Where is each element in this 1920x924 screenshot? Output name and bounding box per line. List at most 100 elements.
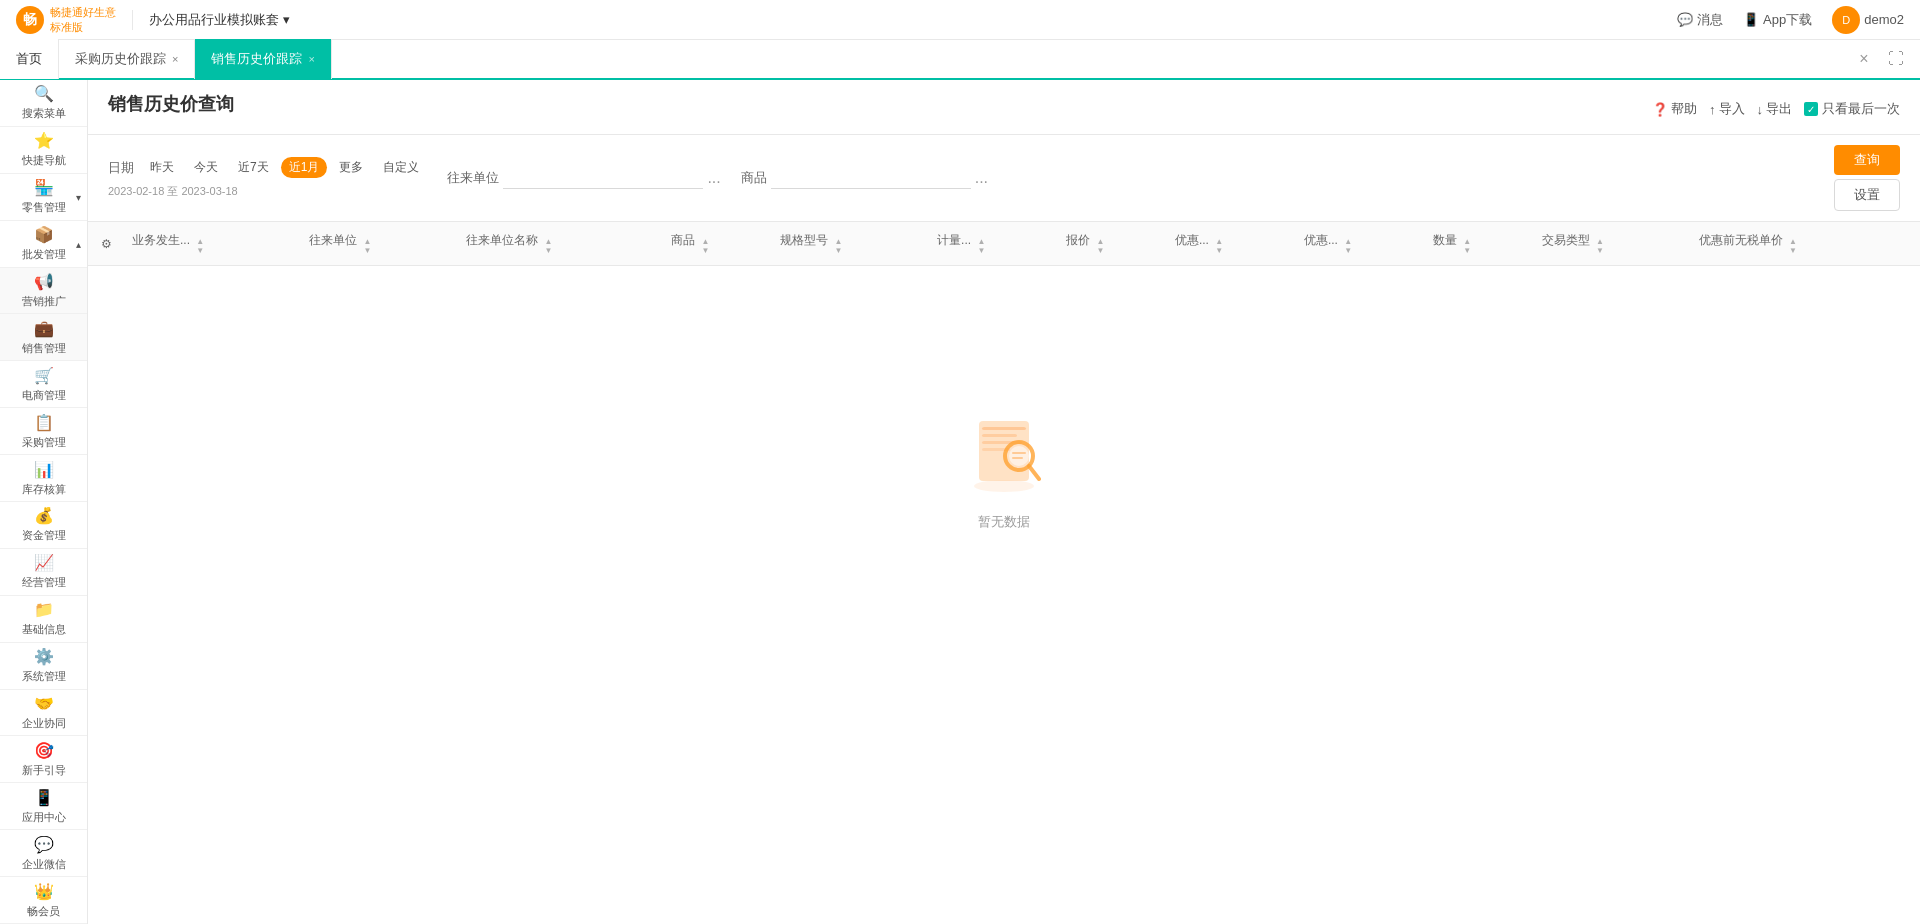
sidebar-label-purchase: 采购管理	[22, 435, 66, 450]
tab-sales-history[interactable]: 销售历史价跟踪 ×	[195, 39, 331, 79]
tab-purchase-history[interactable]: 采购历史价跟踪 ×	[59, 39, 195, 79]
only-last-label: 只看最后一次	[1822, 100, 1900, 118]
sidebar-item-sales-mgmt[interactable]: 💼 销售管理	[0, 314, 87, 361]
date-btn-1month[interactable]: 近1月	[281, 157, 328, 178]
date-btn-7days[interactable]: 近7天	[230, 157, 277, 178]
message-label: 消息	[1697, 11, 1723, 29]
sidebar-label-operations: 经营管理	[22, 575, 66, 590]
tab-home[interactable]: 首页	[0, 39, 59, 79]
tab-home-label: 首页	[16, 50, 42, 68]
table-col-partner-name[interactable]: 往来单位名称 ▲▼	[458, 222, 663, 266]
table-col-discount2[interactable]: 优惠... ▲▼	[1296, 222, 1425, 266]
sidebar-label-wechat: 企业微信	[22, 857, 66, 872]
sidebar-item-wechat[interactable]: 💬 企业微信	[0, 830, 87, 877]
sidebar-item-finance[interactable]: 💰 资金管理	[0, 502, 87, 549]
close-all-tabs-button[interactable]: ×	[1852, 47, 1876, 71]
date-filter-label: 日期	[108, 159, 134, 177]
sidebar-label-sales-mgmt: 销售管理	[22, 341, 66, 356]
table-col-biz-date[interactable]: 业务发生... ▲▼	[124, 222, 301, 266]
tab-bar: 首页 采购历史价跟踪 × 销售历史价跟踪 × × ⛶	[0, 40, 1920, 80]
table-col-discount1[interactable]: 优惠... ▲▼	[1167, 222, 1296, 266]
table-col-spec[interactable]: 规格型号 ▲▼	[772, 222, 929, 266]
fullscreen-button[interactable]: ⛶	[1884, 47, 1908, 71]
sidebar-item-app-center[interactable]: 📱 应用中心	[0, 783, 87, 830]
sidebar-item-newbie[interactable]: 🎯 新手引导	[0, 736, 87, 783]
sidebar-item-search-menu[interactable]: 🔍 搜索菜单	[0, 80, 87, 127]
shortcuts-icon: ⭐	[34, 131, 54, 150]
product-input[interactable]	[771, 167, 971, 189]
source-unit-picker-icon[interactable]: ...	[707, 169, 720, 187]
help-button[interactable]: ❓ 帮助	[1652, 100, 1697, 118]
only-last-checkbox-group[interactable]: ✓ 只看最后一次	[1804, 100, 1900, 118]
date-range-display: 2023-02-18 至 2023-03-18	[108, 184, 427, 199]
sidebar-item-marketing[interactable]: 📢 营销推广	[0, 268, 87, 315]
sidebar-item-purchase[interactable]: 📋 采购管理	[0, 408, 87, 455]
date-btn-yesterday[interactable]: 昨天	[142, 157, 182, 178]
table-col-trade-type[interactable]: 交易类型 ▲▼	[1534, 222, 1691, 266]
settings-button[interactable]: 设置	[1834, 179, 1900, 211]
table-container: ⚙ 业务发生... ▲▼ 往来单位 ▲▼ 往来单位名称 ▲▼	[88, 222, 1920, 924]
svg-rect-3	[982, 434, 1017, 437]
import-button[interactable]: ↑ 导入	[1709, 100, 1745, 118]
sidebar-item-enterprise[interactable]: 🤝 企业协同	[0, 690, 87, 737]
user-profile[interactable]: D demo2	[1832, 6, 1904, 34]
product-picker-icon[interactable]: ...	[975, 169, 988, 187]
page-title: 销售历史价查询	[108, 92, 234, 116]
sidebar-item-operations[interactable]: 📈 经营管理	[0, 549, 87, 596]
filter-actions: 查询 设置	[1834, 145, 1900, 211]
svg-rect-2	[982, 427, 1026, 430]
tab-sales-close-icon[interactable]: ×	[308, 53, 314, 65]
membership-icon: 👑	[34, 882, 54, 901]
table-col-unit[interactable]: 计量... ▲▼	[929, 222, 1058, 266]
sort-quote-icon: ▲▼	[1096, 238, 1104, 255]
export-button[interactable]: ↓ 导出	[1757, 100, 1793, 118]
sidebar-item-retail[interactable]: 🏪 零售管理 ▾	[0, 174, 87, 221]
table-col-quantity[interactable]: 数量 ▲▼	[1425, 222, 1534, 266]
date-btn-more[interactable]: 更多	[331, 157, 371, 178]
sort-discount1-icon: ▲▼	[1215, 238, 1223, 255]
table-col-quote[interactable]: 报价 ▲▼	[1058, 222, 1167, 266]
only-last-checkbox[interactable]: ✓	[1804, 102, 1818, 116]
sidebar-item-inventory[interactable]: 📊 库存核算	[0, 455, 87, 502]
sort-quantity-icon: ▲▼	[1463, 238, 1471, 255]
sidebar-item-basic-info[interactable]: 📁 基础信息	[0, 596, 87, 643]
sidebar-item-wholesale[interactable]: 📦 批发管理 ▴	[0, 221, 87, 268]
sort-pre-discount-price-icon: ▲▼	[1789, 238, 1797, 255]
sidebar-item-membership[interactable]: 👑 畅会员	[0, 877, 87, 924]
sidebar-item-system[interactable]: ⚙️ 系统管理	[0, 643, 87, 690]
message-button[interactable]: 💬 消息	[1677, 11, 1723, 29]
download-icon: 📱	[1743, 12, 1759, 27]
sort-product-icon: ▲▼	[702, 238, 710, 255]
date-buttons: 昨天 今天 近7天 近1月 更多 自定义	[142, 157, 427, 178]
table-col-pre-discount-price[interactable]: 优惠前无税单价 ▲▼	[1691, 222, 1920, 266]
retail-icon: 🏪	[34, 178, 54, 197]
filter-row: 日期 昨天 今天 近7天 近1月 更多 自定义 2023-02-18 至 202…	[88, 135, 1920, 222]
sidebar-label-shortcuts: 快捷导航	[22, 153, 66, 168]
sidebar-label-enterprise: 企业协同	[22, 716, 66, 731]
data-table: ⚙ 业务发生... ▲▼ 往来单位 ▲▼ 往来单位名称 ▲▼	[88, 222, 1920, 266]
sidebar-label-membership: 畅会员	[27, 904, 60, 919]
app-download-button[interactable]: 📱 App下载	[1743, 11, 1812, 29]
table-col-gear[interactable]: ⚙	[88, 222, 124, 266]
help-icon: ❓	[1652, 102, 1668, 117]
main-layout: 🔍 搜索菜单 ⭐ 快捷导航 🏪 零售管理 ▾ 📦 批发管理 ▴ 📢 营销推广 💼…	[0, 80, 1920, 924]
sidebar-item-ecommerce[interactable]: 🛒 电商管理	[0, 361, 87, 408]
sidebar-label-marketing: 营销推广	[22, 294, 66, 309]
source-unit-input[interactable]	[503, 167, 703, 189]
message-icon: 💬	[1677, 12, 1693, 27]
query-button[interactable]: 查询	[1834, 145, 1900, 175]
gear-icon: ⚙	[101, 237, 112, 251]
app-selector[interactable]: 办公用品行业模拟账套 ▾	[149, 11, 290, 29]
tab-purchase-close-icon[interactable]: ×	[172, 53, 178, 65]
svg-line-8	[1029, 466, 1039, 479]
sidebar-item-shortcuts[interactable]: ⭐ 快捷导航	[0, 127, 87, 174]
table-col-product[interactable]: 商品 ▲▼	[663, 222, 772, 266]
enterprise-icon: 🤝	[34, 694, 54, 713]
table-col-partner-code[interactable]: 往来单位 ▲▼	[301, 222, 458, 266]
user-name: demo2	[1864, 12, 1904, 27]
date-btn-custom[interactable]: 自定义	[375, 157, 427, 178]
sort-spec-icon: ▲▼	[834, 238, 842, 255]
product-filter: 商品 ...	[741, 167, 988, 189]
import-icon: ↑	[1709, 102, 1716, 117]
date-btn-today[interactable]: 今天	[186, 157, 226, 178]
